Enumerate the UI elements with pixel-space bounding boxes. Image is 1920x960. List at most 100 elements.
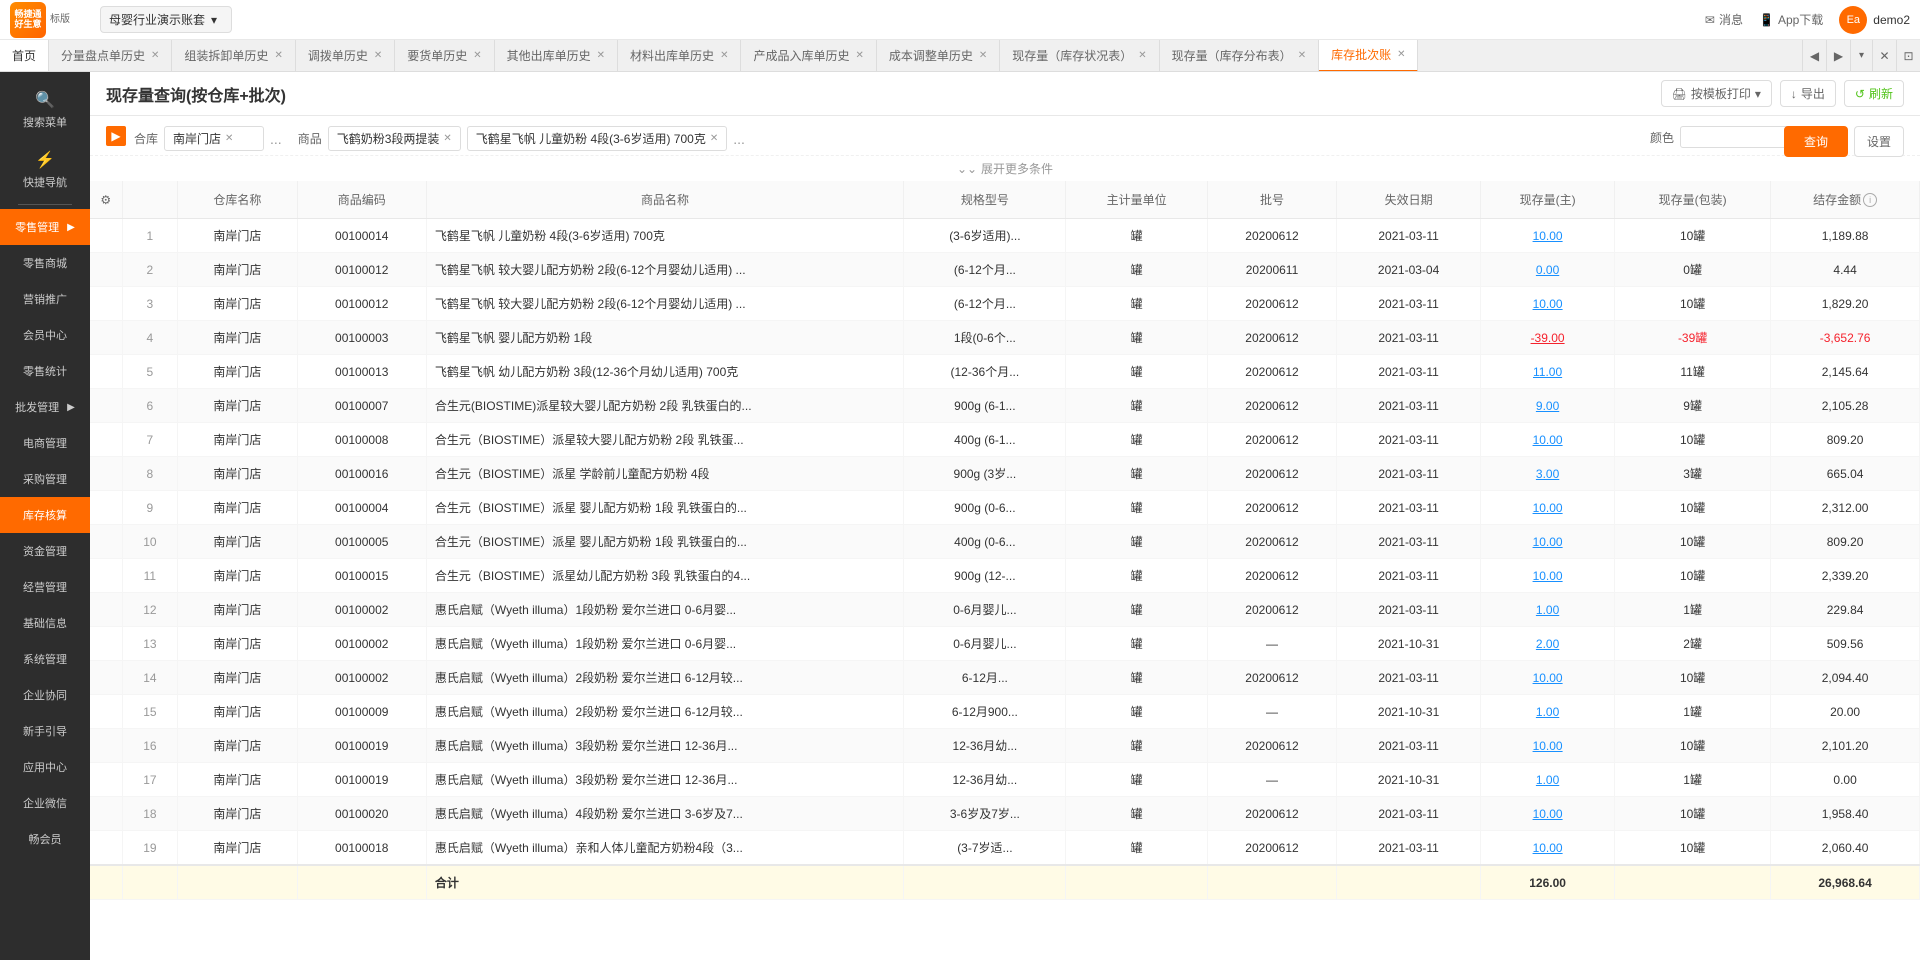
td-cell[interactable]: -39.00 [1481,321,1615,355]
user-menu[interactable]: Ea demo2 [1839,6,1910,34]
tab-chengbentiaozhen[interactable]: 成本调整单历史 ✕ [877,40,1000,72]
settings-button[interactable]: 设置 [1854,126,1904,157]
warehouse-selector[interactable]: 母婴行业演示账套 ▾ [100,6,232,33]
tab-close-icon[interactable]: ✕ [473,50,481,61]
sidebar-item-marketing[interactable]: 营销推广 [0,281,90,317]
amount-info-icon[interactable]: i [1863,193,1877,207]
refresh-button[interactable]: ↺ 刷新 [1844,80,1904,107]
tab-home[interactable]: 首页 [0,40,49,72]
sidebar-item-retail-stats[interactable]: 零售统计 [0,353,90,389]
tab-prev-button[interactable]: ◀ [1802,40,1826,72]
td-cell: -39罐 [1615,321,1771,355]
tab-zuzhuangchaijian[interactable]: 组装拆卸单历史 ✕ [172,40,295,72]
td-cell[interactable]: 10.00 [1481,559,1615,593]
td-cell: 10罐 [1615,423,1771,457]
td-cell[interactable]: 10.00 [1481,491,1615,525]
tab-close-icon[interactable]: ✕ [151,50,159,61]
tab-close-icon[interactable]: ✕ [979,50,987,61]
sidebar-item-system[interactable]: 系统管理 [0,641,90,677]
tab-next-button[interactable]: ▶ [1826,40,1850,72]
expand-more-button[interactable]: ⌄⌄ 展开更多条件 [957,160,1053,177]
td-cell[interactable]: 10.00 [1481,661,1615,695]
tab-close-all-button[interactable]: ✕ [1872,40,1896,72]
sidebar-item-business[interactable]: 经营管理 [0,569,90,605]
td-cell[interactable]: 1.00 [1481,695,1615,729]
sidebar-item-retail-mall[interactable]: 零售商城 [0,245,90,281]
tab-close-icon[interactable]: ✕ [1298,50,1306,61]
sidebar-item-inventory[interactable]: 库存核算 [0,497,90,533]
table-row: 9南岸门店00100004合生元（BIOSTIME）派星 婴儿配方奶粉 1段 乳… [90,491,1920,525]
tab-xiancunliang-kuanzhuang[interactable]: 现存量（库存状况表） ✕ [1000,40,1159,72]
td-cell[interactable]: 1.00 [1481,763,1615,797]
tab-diaobo[interactable]: 调拨单历史 ✕ [296,40,395,72]
settings-icon[interactable]: ⚙ [100,193,111,207]
product-filter-input2[interactable]: 飞鹤星飞帆 儿童奶粉 4段(3-6岁适用) 700克 ✕ [467,126,727,151]
tab-close-icon[interactable]: ✕ [597,50,605,61]
td-cell[interactable]: 3.00 [1481,457,1615,491]
color-filter-dropdown[interactable]: ▾ [1680,126,1800,148]
td-cell[interactable]: 10.00 [1481,525,1615,559]
tab-yaohuo[interactable]: 要货单历史 ✕ [395,40,494,72]
tab-close-icon[interactable]: ✕ [274,50,282,61]
sidebar-item-enterprise[interactable]: 企业协同 [0,677,90,713]
tab-fullscreen-button[interactable]: ⊡ [1896,40,1920,72]
sidebar-item-quicknav[interactable]: ⚡ 快捷导航 [0,140,90,200]
sidebar-item-base-info[interactable]: 基础信息 [0,605,90,641]
query-button[interactable]: 查询 [1784,126,1848,157]
td-cell[interactable]: 10.00 [1481,287,1615,321]
warehouse-tag-close[interactable]: ✕ [225,133,233,144]
tab-chanchengpinruku[interactable]: 产成品入库单历史 ✕ [741,40,876,72]
footer-stock-total: 126.00 [1481,865,1615,900]
tab-close-icon[interactable]: ✕ [1138,50,1146,61]
tab-cailiaochuku[interactable]: 材料出库单历史 ✕ [618,40,741,72]
tab-close-icon[interactable]: ✕ [855,50,863,61]
page-title: 现存量查询(按仓库+批次) [106,82,286,106]
tab-close-icon[interactable]: ✕ [720,50,728,61]
message-button[interactable]: ✉ 消息 [1705,11,1743,28]
tab-close-icon[interactable]: ✕ [1397,49,1405,60]
td-cell: 20200612 [1207,389,1336,423]
tab-more-button[interactable]: ▾ [1850,40,1872,72]
sidebar-item-membership[interactable]: 会员中心 [0,317,90,353]
product-tag1-close[interactable]: ✕ [443,133,451,144]
product-tag2-close[interactable]: ✕ [710,133,718,144]
filter-expand-toggle[interactable]: ▶ [106,126,126,146]
td-cell[interactable]: 10.00 [1481,219,1615,253]
product-filter-input[interactable]: 飞鹤奶粉3段两提装 ✕ [328,126,461,151]
td-cell: 20200612 [1207,355,1336,389]
sidebar-item-finance[interactable]: 资金管理 [0,533,90,569]
template-print-button[interactable]: 🖨 按模板打印 ▾ [1661,80,1772,107]
tab-qitachuku[interactable]: 其他出库单历史 ✕ [495,40,618,72]
td-cell[interactable]: 10.00 [1481,423,1615,457]
sidebar-item-ecommerce[interactable]: 电商管理 [0,425,90,461]
td-cell[interactable]: 2.00 [1481,627,1615,661]
product-ellipsis[interactable]: ... [733,131,745,147]
td-cell[interactable]: 9.00 [1481,389,1615,423]
td-cell[interactable]: 10.00 [1481,831,1615,866]
td-cell: 20200612 [1207,831,1336,866]
sidebar-item-guide[interactable]: 新手引导 [0,713,90,749]
tab-xiancunliang-fenbu[interactable]: 现存量（库存分布表） ✕ [1160,40,1319,72]
sidebar-item-purchase[interactable]: 采购管理 [0,461,90,497]
tab-kucunpici[interactable]: 库存批次账 ✕ [1319,40,1418,72]
tab-close-icon[interactable]: ✕ [374,50,382,61]
sidebar-item-appcenter[interactable]: 应用中心 [0,749,90,785]
td-cell[interactable]: 0.00 [1481,253,1615,287]
td-cell[interactable]: 11.00 [1481,355,1615,389]
export-button[interactable]: ↓ 导出 [1780,80,1836,107]
warehouse-ellipsis[interactable]: ... [270,131,282,147]
sidebar-item-search[interactable]: 🔍 搜索菜单 [0,80,90,140]
td-cell: 惠氏启赋（Wyeth illuma）3段奶粉 爱尔兰进口 12-36月... [426,729,903,763]
warehouse-filter-input[interactable]: 南岸门店 ✕ [164,126,264,151]
tab-fenliangpandian[interactable]: 分量盘点单历史 ✕ [49,40,172,72]
td-cell[interactable]: 1.00 [1481,593,1615,627]
td-cell[interactable]: 10.00 [1481,729,1615,763]
app-download-button[interactable]: 📱 App下载 [1759,11,1823,28]
top-bar: 畅捷通好生意 标版 母婴行业演示账套 ▾ ✉ 消息 📱 App下载 Ea dem… [0,0,1920,40]
sidebar-item-member[interactable]: 畅会员 [0,821,90,857]
td-cell[interactable]: 10.00 [1481,797,1615,831]
sidebar-item-wechat[interactable]: 企业微信 [0,785,90,821]
sidebar-item-retail-management[interactable]: 零售管理 ▶ [0,209,90,245]
sidebar-item-wholesale[interactable]: 批发管理 ▶ [0,389,90,425]
tab-label: 要货单历史 [407,47,467,64]
